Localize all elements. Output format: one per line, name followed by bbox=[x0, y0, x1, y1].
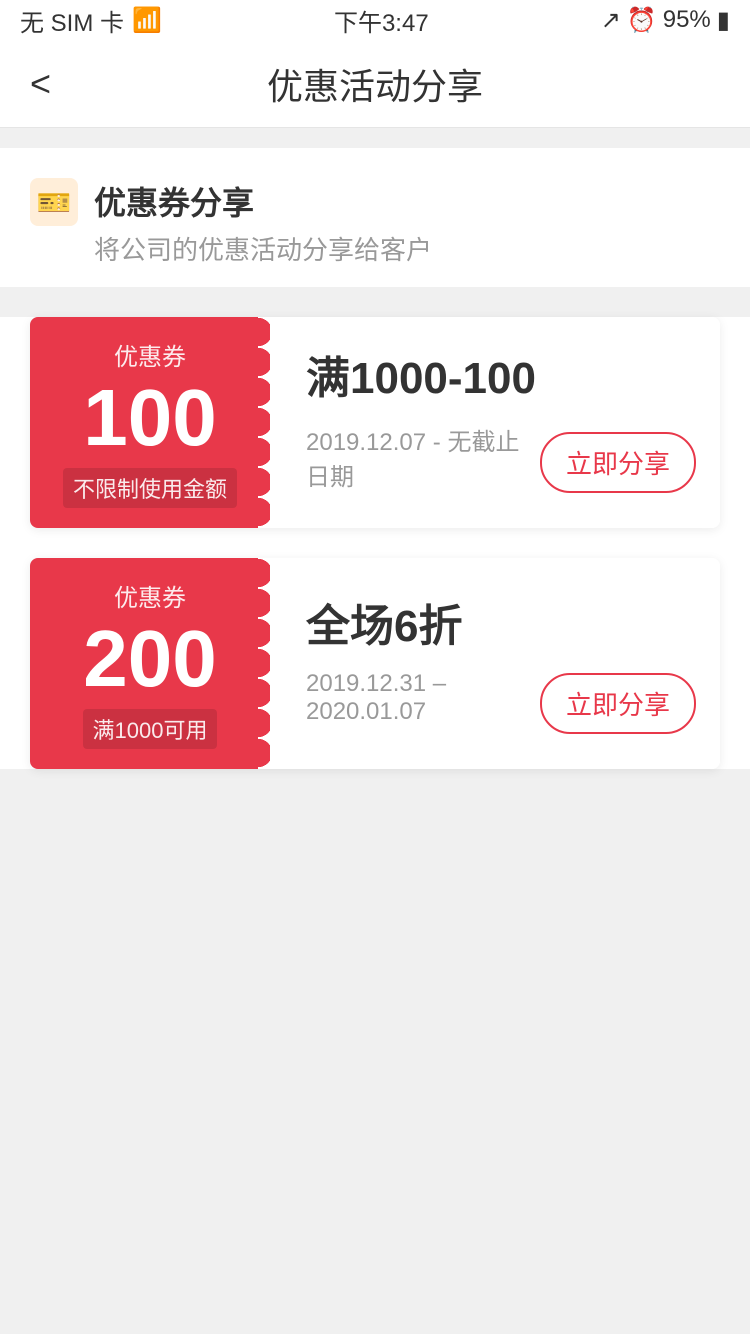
section-subtitle: 将公司的优惠活动分享给客户 bbox=[94, 230, 432, 267]
location-icon: ↗ bbox=[601, 6, 621, 35]
battery-text: 95% bbox=[663, 6, 711, 34]
bottom-space bbox=[0, 799, 750, 1299]
battery-icon: ▮ bbox=[717, 6, 730, 35]
coupon-amount-2: 200 bbox=[83, 619, 216, 699]
coupon-share-icon: 🎫 bbox=[30, 178, 78, 226]
svg-text:🎫: 🎫 bbox=[37, 187, 72, 218]
coupon-label-2: 优惠券 bbox=[114, 578, 186, 613]
nav-bar: < 优惠活动分享 bbox=[0, 40, 750, 128]
coupon-bottom-row-2: 2019.12.31 – 2020.01.07 立即分享 bbox=[306, 670, 696, 738]
status-time: 下午3:47 bbox=[334, 3, 429, 38]
back-button[interactable]: < bbox=[30, 63, 51, 105]
coupon-left-2: 优惠券 200 满1000可用 bbox=[30, 558, 270, 769]
page-title: 优惠活动分享 bbox=[267, 58, 483, 110]
coupon-title-1: 满1000-100 bbox=[306, 342, 696, 406]
status-left: 无 SIM 卡 📶 bbox=[20, 3, 162, 38]
coupon-bottom-row-1: 2019.12.07 - 无截止日期 立即分享 bbox=[306, 422, 696, 504]
coupon-right-1: 满1000-100 2019.12.07 - 无截止日期 立即分享 bbox=[270, 317, 720, 528]
coupon-title-2: 全场6折 bbox=[306, 590, 696, 654]
coupon-left-1: 优惠券 100 不限制使用金额 bbox=[30, 317, 270, 528]
alarm-icon: ⏰ bbox=[627, 6, 657, 35]
coupon-list: 优惠券 100 不限制使用金额 满1000-100 2019.12.07 - 无… bbox=[0, 317, 750, 769]
section-header: 🎫 优惠券分享 将公司的优惠活动分享给客户 bbox=[0, 148, 750, 287]
coupon-card-1: 优惠券 100 不限制使用金额 满1000-100 2019.12.07 - 无… bbox=[30, 317, 720, 528]
wifi-icon: 📶 bbox=[132, 6, 162, 35]
status-right: ↗ ⏰ 95% ▮ bbox=[601, 6, 730, 35]
coupon-date-1: 2019.12.07 - 无截止日期 bbox=[306, 422, 540, 492]
coupon-date-2: 2019.12.31 – 2020.01.07 bbox=[306, 670, 540, 726]
coupon-label-1: 优惠券 bbox=[114, 337, 186, 372]
carrier-text: 无 SIM 卡 bbox=[20, 3, 124, 38]
share-button-1[interactable]: 立即分享 bbox=[540, 432, 696, 493]
coupon-condition-1: 不限制使用金额 bbox=[63, 468, 237, 508]
coupon-amount-1: 100 bbox=[83, 378, 216, 458]
section-title: 优惠券分享 bbox=[94, 178, 432, 224]
coupon-right-2: 全场6折 2019.12.31 – 2020.01.07 立即分享 bbox=[270, 558, 720, 769]
share-button-2[interactable]: 立即分享 bbox=[540, 673, 696, 734]
section-text: 优惠券分享 将公司的优惠活动分享给客户 bbox=[94, 178, 432, 267]
coupon-card-2: 优惠券 200 满1000可用 全场6折 2019.12.31 – 2020.0… bbox=[30, 558, 720, 769]
coupon-condition-2: 满1000可用 bbox=[83, 709, 218, 749]
status-bar: 无 SIM 卡 📶 下午3:47 ↗ ⏰ 95% ▮ bbox=[0, 0, 750, 40]
